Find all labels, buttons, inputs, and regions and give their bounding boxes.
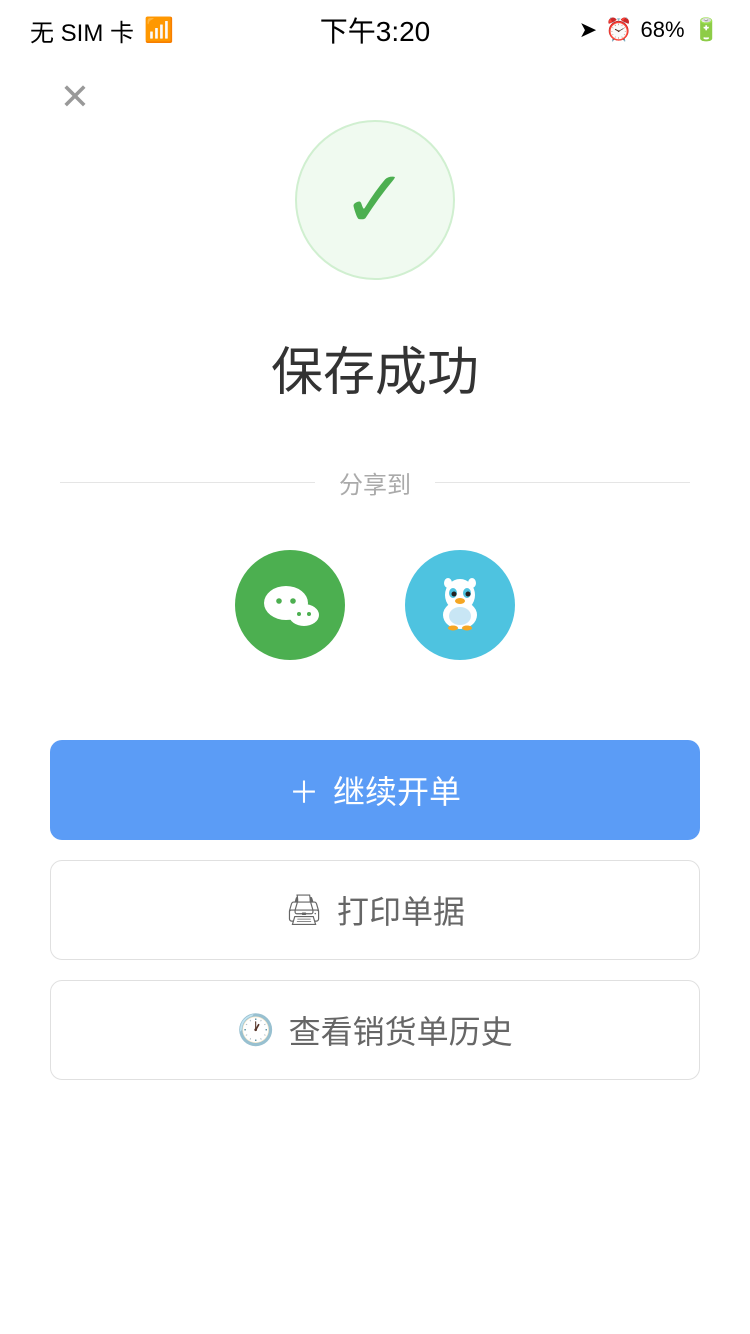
print-button-label: 打印单据 — [337, 887, 465, 933]
success-circle: ✓ — [295, 120, 455, 280]
location-icon: ➤ — [579, 17, 597, 43]
battery-icon: 🔋 — [693, 17, 720, 43]
history-button-label: 查看销货单历史 — [289, 1007, 513, 1053]
success-title: 保存成功 — [271, 330, 479, 405]
qq-icon — [430, 575, 490, 635]
close-button[interactable]: ✕ — [50, 72, 100, 122]
action-buttons: ＋ 继续开单 🖨 打印单据 🕐 查看销货单历史 — [0, 740, 750, 1080]
print-button[interactable]: 🖨 打印单据 — [50, 860, 700, 960]
printer-icon: 🖨 — [285, 893, 323, 928]
status-bar: 无 SIM 卡 📶 下午3:20 ➤ ⏰ 68% 🔋 — [0, 0, 750, 60]
history-button[interactable]: 🕐 查看销货单历史 — [50, 980, 700, 1080]
checkmark-icon: ✓ — [341, 160, 408, 240]
clock-icon: 🕐 — [237, 1013, 274, 1048]
status-time: 下午3:20 — [320, 10, 431, 50]
main-content: ✓ 保存成功 分享到 — [0, 60, 750, 1080]
continue-button[interactable]: ＋ 继续开单 — [50, 740, 700, 840]
share-divider-text: 分享到 — [315, 465, 435, 500]
status-right: ➤ ⏰ 68% 🔋 — [579, 17, 720, 43]
carrier-text: 无 SIM 卡 — [30, 13, 134, 48]
plus-icon: ＋ — [289, 768, 319, 812]
qq-share-button[interactable] — [405, 550, 515, 660]
battery-text: 68% — [641, 17, 685, 43]
wifi-icon: 📶 — [144, 16, 174, 45]
share-divider: 分享到 — [0, 465, 750, 500]
wechat-share-button[interactable] — [235, 550, 345, 660]
close-icon: ✕ — [60, 76, 90, 118]
divider-line-left — [60, 482, 315, 483]
divider-line-right — [435, 482, 690, 483]
alarm-icon: ⏰ — [605, 17, 632, 43]
share-icons-row — [235, 550, 515, 660]
status-left: 无 SIM 卡 📶 — [30, 13, 174, 48]
wechat-icon — [258, 573, 323, 638]
continue-button-label: 继续开单 — [333, 767, 461, 813]
